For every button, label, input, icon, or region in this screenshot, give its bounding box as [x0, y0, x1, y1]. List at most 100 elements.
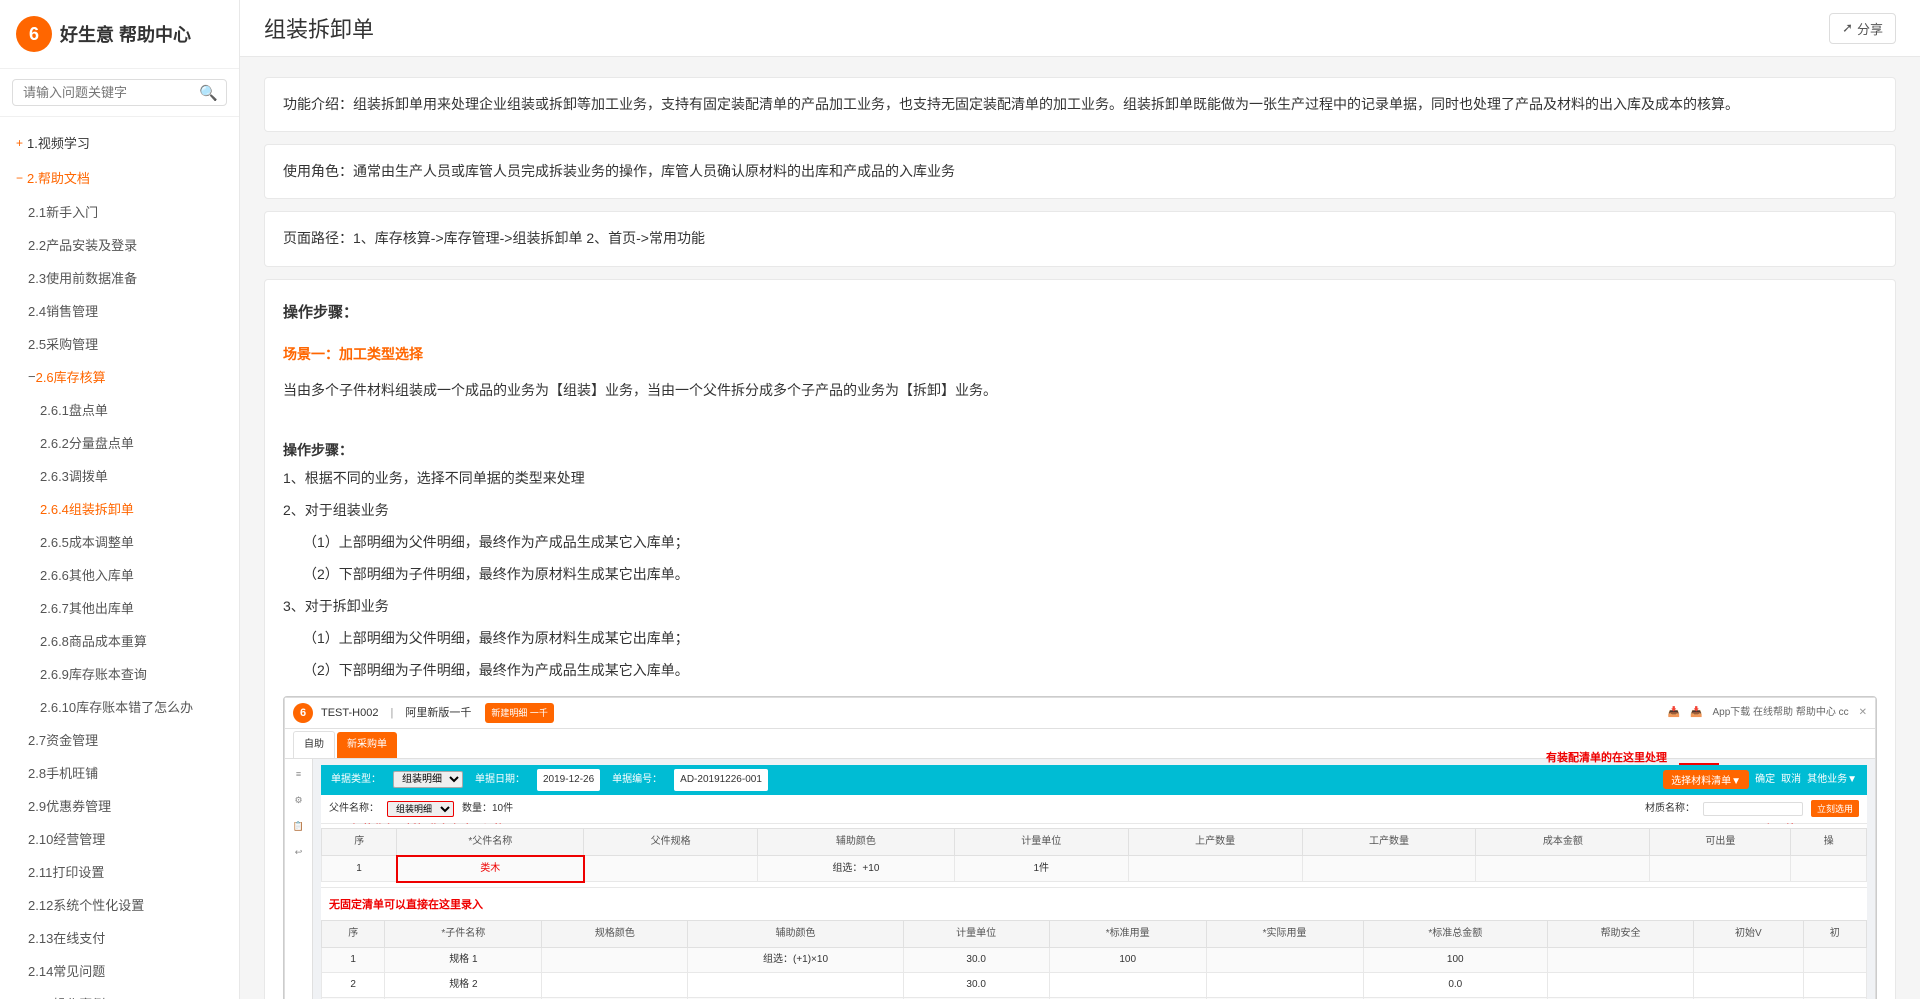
mock-sub-toolbar: 父件名称： 组装明细 数量：10件 组装业务、拆卸业务在这里切换 材质名称：: [321, 795, 1867, 824]
sidebar-label: 2.帮助文档: [27, 168, 90, 187]
role-block: 使用角色：通常由生产人员或库管人员完成拆装业务的操作，库管人员确认原材料的出库和…: [264, 144, 1896, 199]
mock-number: AD-20191226-001: [674, 769, 768, 791]
sidebar-sub-stockcount2[interactable]: 2.6.2分量盘点单: [0, 426, 239, 459]
mock-bottom-table: 序 *子件名称 规格颜色 辅助颜色 计量单位 *标准用量 *实际用量 *标准总金…: [321, 920, 1867, 999]
sidebar-label: 2.4销售管理: [28, 301, 98, 320]
sidebar-child-custom[interactable]: 2.12系统个性化设置: [0, 888, 239, 921]
share-icon: ➚: [1842, 20, 1853, 36]
sidebar-child-data[interactable]: 2.3使用前数据准备: [0, 261, 239, 294]
sidebar-label: 2.15操作案例: [28, 994, 105, 999]
mock-type-select[interactable]: 组装明细: [393, 771, 463, 788]
mock-title-middle: 阿里新版一千: [405, 702, 471, 724]
sidebar-sub-stockquery[interactable]: 2.6.9库存账本查询: [0, 657, 239, 690]
sidebar-child-install[interactable]: 2.2产品安装及登录: [0, 228, 239, 261]
sidebar-sub-stockerr[interactable]: 2.6.10库存账本错了怎么办: [0, 690, 239, 723]
annotation-direct: 无固定清单可以直接在这里录入: [321, 892, 1867, 920]
step3: 3、对于拆卸业务: [283, 592, 1877, 620]
path-block: 页面路径：1、库存核算->库存管理->组装拆卸单 2、首页->常用功能: [264, 211, 1896, 266]
sidebar-item-help[interactable]: −2.帮助文档: [0, 160, 239, 195]
steps-title: 操作步骤：: [283, 298, 1877, 328]
mock-header-bar: 单据类型： 组装明细 单据日期： 2019-12-26 单据编号： AD-201…: [321, 765, 1867, 795]
minus-icon: −: [16, 171, 23, 185]
sidebar-sub-out[interactable]: 2.6.7其他出库单: [0, 591, 239, 624]
mock-close-btn[interactable]: ✕: [1859, 703, 1867, 723]
mock-tab-purchase[interactable]: 新采购单: [337, 732, 397, 758]
sidebar-sub-adjust[interactable]: 2.6.3调拨单: [0, 459, 239, 492]
sidebar-child-case[interactable]: 2.15操作案例: [0, 987, 239, 999]
mock-bottom-table-wrapper: 无固定清单可以直接在这里录入 序 *子件名称 规格颜色 辅助颜色: [321, 887, 1867, 999]
step3-2: （2）下部明细为子件明细，最终作为产成品生成某它入库单。: [283, 656, 1877, 684]
mock-top-row: 1 类木 组选：+10 1件: [322, 856, 1867, 882]
sidebar-child-faq[interactable]: 2.14常见问题: [0, 954, 239, 987]
main-content: 组装拆卸单 ➚ 分享 功能介绍：组装拆卸单用来处理企业组装或拆卸等加工业务，支持…: [240, 0, 1920, 999]
mock-date: 2019-12-26: [537, 769, 600, 791]
sidebar-sub-in[interactable]: 2.6.6其他入库单: [0, 558, 239, 591]
sidebar-child-print[interactable]: 2.11打印设置: [0, 855, 239, 888]
sidebar-label: 2.12系统个性化设置: [28, 895, 144, 914]
content-area: 功能介绍：组装拆卸单用来处理企业组装或拆卸等加工业务，支持有固定装配清单的产品加…: [240, 57, 1920, 999]
sidebar-label: 2.5采购管理: [28, 334, 98, 353]
mock-top-table: 序 *父件名称 父件规格 辅助颜色 计量单位 上产数量 工产数量 成本金额: [321, 828, 1867, 883]
sidebar-label: 2.7资金管理: [28, 730, 98, 749]
logo-area: 6 好生意 帮助中心: [0, 0, 239, 69]
mock-new-btn[interactable]: 新建明细 一千: [485, 703, 554, 723]
sidebar-child-purchase[interactable]: 2.5采购管理: [0, 327, 239, 360]
search-box: 🔍: [0, 69, 239, 117]
mock-form-area: 单据类型： 组装明细 单据日期： 2019-12-26 单据编号： AD-201…: [313, 759, 1875, 999]
mock-app: 6 TEST-H002 | 阿里新版一千 新建明细 一千 📥 📥 App下载 在…: [284, 697, 1876, 999]
sidebar-child-finance[interactable]: 2.7资金管理: [0, 723, 239, 756]
mock-left-sidebar: ≡ ⚙ 📋 ↩: [285, 759, 313, 999]
mock-use-btn[interactable]: 立刻选用: [1811, 800, 1859, 817]
search-button[interactable]: 🔍: [199, 84, 218, 102]
page-title: 组装拆卸单: [264, 12, 374, 44]
mock-header-wrapper: 单据类型： 组装明细 单据日期： 2019-12-26 单据编号： AD-201…: [321, 765, 1867, 795]
step2: 2、对于组装业务: [283, 496, 1877, 524]
mock-main-layout: ≡ ⚙ 📋 ↩ 单据类型：: [285, 759, 1875, 999]
sidebar-child-pay[interactable]: 2.13在线支付: [0, 921, 239, 954]
search-input[interactable]: [12, 79, 227, 106]
logo-icon: 6: [16, 16, 52, 52]
mock-parent-select[interactable]: 组装明细: [387, 801, 454, 817]
sidebar-label: 2.8手机旺铺: [28, 763, 98, 782]
scenario-desc: 当由多个子件材料组装成一个成品的业务为【组装】业务，当由一个父件拆分成多个子产品…: [283, 376, 1877, 404]
op-steps-title: 操作步骤：: [283, 436, 1877, 464]
top-bar: 组装拆卸单 ➚ 分享: [240, 0, 1920, 57]
sidebar-child-sales[interactable]: 2.4销售管理: [0, 294, 239, 327]
mock-title-left: TEST-H002: [321, 702, 378, 724]
annotation-bom: 有装配清单的在这里处理: [1546, 747, 1667, 769]
step1: 1、根据不同的业务，选择不同单据的类型来处理: [283, 464, 1877, 492]
mock-select-list-btn[interactable]: 选择材料清单▼: [1663, 770, 1749, 789]
sidebar-label: 2.1新手入门: [28, 202, 98, 221]
sidebar-child-newbie[interactable]: 2.1新手入门: [0, 195, 239, 228]
scenario-title: 场景一：加工类型选择: [283, 340, 1877, 368]
minus-icon: −: [28, 369, 36, 384]
sidebar-sub-stockcount[interactable]: 2.6.1盘点单: [0, 393, 239, 426]
sidebar-sub-costcalc[interactable]: 2.6.8商品成本重算: [0, 624, 239, 657]
sidebar-child-inventory[interactable]: −2.6库存核算: [0, 360, 239, 393]
logo-text: 好生意 帮助中心: [60, 21, 191, 47]
intro-block: 功能介绍：组装拆卸单用来处理企业组装或拆卸等加工业务，支持有固定装配清单的产品加…: [264, 77, 1896, 132]
sidebar-child-mobile[interactable]: 2.8手机旺铺: [0, 756, 239, 789]
nav-list: +1.视频学习−2.帮助文档2.1新手入门2.2产品安装及登录2.3使用前数据准…: [0, 117, 239, 999]
sidebar-sub-assembly[interactable]: 2.6.4组装拆卸单: [0, 492, 239, 525]
sidebar-child-ops[interactable]: 2.10经营管理: [0, 822, 239, 855]
mock-bottom-row-1: 1 规格 1 组选：(+1)×10 30.0 100 100: [322, 947, 1867, 972]
mock-material-input[interactable]: [1703, 802, 1803, 816]
mock-tab-self[interactable]: 自助: [293, 731, 335, 758]
sidebar-label: 1.视频学习: [27, 133, 90, 152]
sidebar-label: 2.6库存核算: [36, 367, 106, 386]
screenshot-container: 6 TEST-H002 | 阿里新版一千 新建明细 一千 📥 📥 App下载 在…: [283, 696, 1877, 999]
sidebar-label: 2.14常见问题: [28, 961, 105, 980]
annotation-bom-line: [1679, 763, 1719, 765]
step2-2: （2）下部明细为子件明细，最终作为原材料生成某它出库单。: [283, 560, 1877, 588]
sidebar-label: 2.10经营管理: [28, 829, 105, 848]
mock-titlebar: 6 TEST-H002 | 阿里新版一千 新建明细 一千 📥 📥 App下载 在…: [285, 698, 1875, 729]
sidebar-item-video[interactable]: +1.视频学习: [0, 125, 239, 160]
mock-top-table-wrapper: 序 *父件名称 父件规格 辅助颜色 计量单位 上产数量 工产数量 成本金额: [321, 824, 1867, 887]
share-button[interactable]: ➚ 分享: [1829, 13, 1896, 44]
step3-1: （1）上部明细为父件明细，最终作为原材料生成某它出库单；: [283, 624, 1877, 652]
sidebar-label: 2.13在线支付: [28, 928, 105, 947]
sidebar-sub-cost[interactable]: 2.6.5成本调整单: [0, 525, 239, 558]
sidebar-child-coupon[interactable]: 2.9优惠券管理: [0, 789, 239, 822]
mock-title-right: 📥 📥 App下载 在线帮助 帮助中心 cc ✕: [1668, 703, 1867, 723]
